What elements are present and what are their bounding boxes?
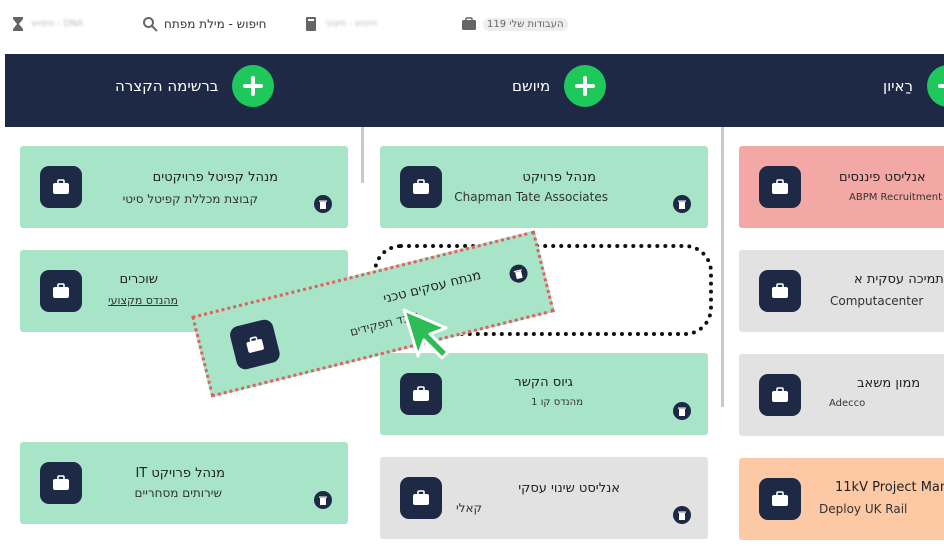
search-icon	[143, 17, 158, 32]
briefcase-icon	[759, 270, 801, 312]
job-card[interactable]: אנליסט פיננסים ABPM Recruitment S	[739, 146, 944, 228]
trash-icon[interactable]	[673, 195, 691, 213]
briefcase-icon	[759, 478, 801, 520]
hourglass-icon	[13, 17, 23, 31]
job-title: אנליסט פיננסים	[839, 170, 926, 185]
trash-icon[interactable]	[673, 506, 691, 524]
plus-icon	[575, 76, 596, 96]
job-title: מנהל קפיטל פרויקטים	[152, 170, 278, 185]
book-icon	[306, 17, 316, 31]
briefcase-icon	[40, 462, 82, 504]
column-header-interview: רַאיון	[883, 64, 944, 108]
briefcase-icon	[228, 317, 282, 372]
job-title: מנהל פרויקט IT	[135, 466, 225, 481]
cursor-arrow-icon	[402, 308, 450, 360]
column-title-shortlist: ברשימה הקצרה	[115, 77, 219, 95]
job-title: ממון משאב	[857, 376, 921, 391]
job-card[interactable]: אנליסט שינוי עסקי קאלי	[380, 457, 708, 539]
my-jobs[interactable]: העבודות שלי 119	[461, 14, 568, 34]
top-toolbar: DNA - חיפוש חיפוש - מילת מפתח חיפוש - חי…	[0, 0, 944, 54]
job-company: מהנדס קו 1	[531, 397, 583, 408]
job-title: 11kV Project Mana	[835, 480, 944, 495]
plus-icon	[938, 84, 944, 88]
trash-icon[interactable]	[314, 195, 332, 213]
column-header-shortlist: ברשימה הקצרה	[115, 64, 275, 108]
trash-icon[interactable]	[673, 402, 691, 420]
external-search-label: חיפוש - חיצוני	[325, 19, 378, 29]
dna-search-label: DNA - חיפוש	[32, 19, 84, 29]
job-company: Deploy UK Rail	[819, 502, 908, 516]
scrollbar-applied[interactable]	[721, 127, 724, 407]
job-company: Computacenter	[830, 294, 924, 308]
briefcase-icon	[759, 166, 801, 208]
job-title: שוכרים	[119, 272, 159, 287]
job-company: שירותים מסחריים	[134, 486, 222, 500]
briefcase-icon	[462, 17, 476, 30]
external-search[interactable]: חיפוש - חיצוני	[303, 14, 378, 34]
job-company: מהנדס מקצועי	[108, 294, 178, 307]
briefcase-icon	[400, 373, 442, 415]
briefcase-icon	[400, 477, 442, 519]
job-card[interactable]: ממון משאב Adecco	[739, 354, 944, 436]
job-card[interactable]: תמיכה עסקית א Computacenter	[739, 250, 944, 332]
job-company: Adecco	[829, 398, 866, 409]
job-title: מנהל פרויקט	[522, 170, 596, 185]
add-shortlist-button[interactable]	[232, 65, 275, 107]
job-card[interactable]: 11kV Project Mana Deploy UK Rail	[739, 458, 944, 540]
job-company: קאלי	[455, 501, 482, 515]
job-card[interactable]: מנהל פרויקט IT שירותים מסחריים	[20, 442, 348, 524]
job-title: גיוס הקשר	[514, 375, 573, 390]
dragging-job-title: מנתח עסקים טכני	[381, 267, 483, 307]
column-title-applied: מיושם	[512, 77, 551, 95]
scrollbar-shortlist[interactable]	[361, 127, 364, 183]
column-header-applied: מיושם	[512, 64, 607, 108]
job-company: Chapman Tate Associates	[454, 190, 608, 204]
add-interview-button[interactable]	[927, 65, 944, 107]
briefcase-icon	[40, 270, 82, 312]
column-title-interview: רַאיון	[883, 77, 914, 95]
my-jobs-label: העבודות שלי 119	[483, 17, 568, 31]
job-title: תמיכה עסקית א	[854, 272, 944, 287]
trash-icon[interactable]	[507, 262, 530, 285]
job-title: אנליסט שינוי עסקי	[518, 481, 620, 496]
keyword-search[interactable]: חיפוש - מילת מפתח	[142, 14, 266, 34]
job-company: קבוצת מכללת קפיטל סיטי	[122, 192, 258, 206]
job-card[interactable]: מנהל פרויקט Chapman Tate Associates	[380, 146, 708, 228]
add-applied-button[interactable]	[564, 65, 607, 107]
job-company: ABPM Recruitment S	[849, 192, 944, 203]
briefcase-icon	[759, 374, 801, 416]
briefcase-icon	[40, 166, 82, 208]
dna-search[interactable]: DNA - חיפוש	[10, 14, 83, 34]
plus-icon	[243, 76, 264, 96]
job-card[interactable]: מנהל קפיטל פרויקטים קבוצת מכללת קפיטל סי…	[20, 146, 348, 228]
keyword-search-label: חיפוש - מילת מפתח	[164, 17, 267, 31]
briefcase-icon	[400, 166, 442, 208]
trash-icon[interactable]	[314, 491, 332, 509]
